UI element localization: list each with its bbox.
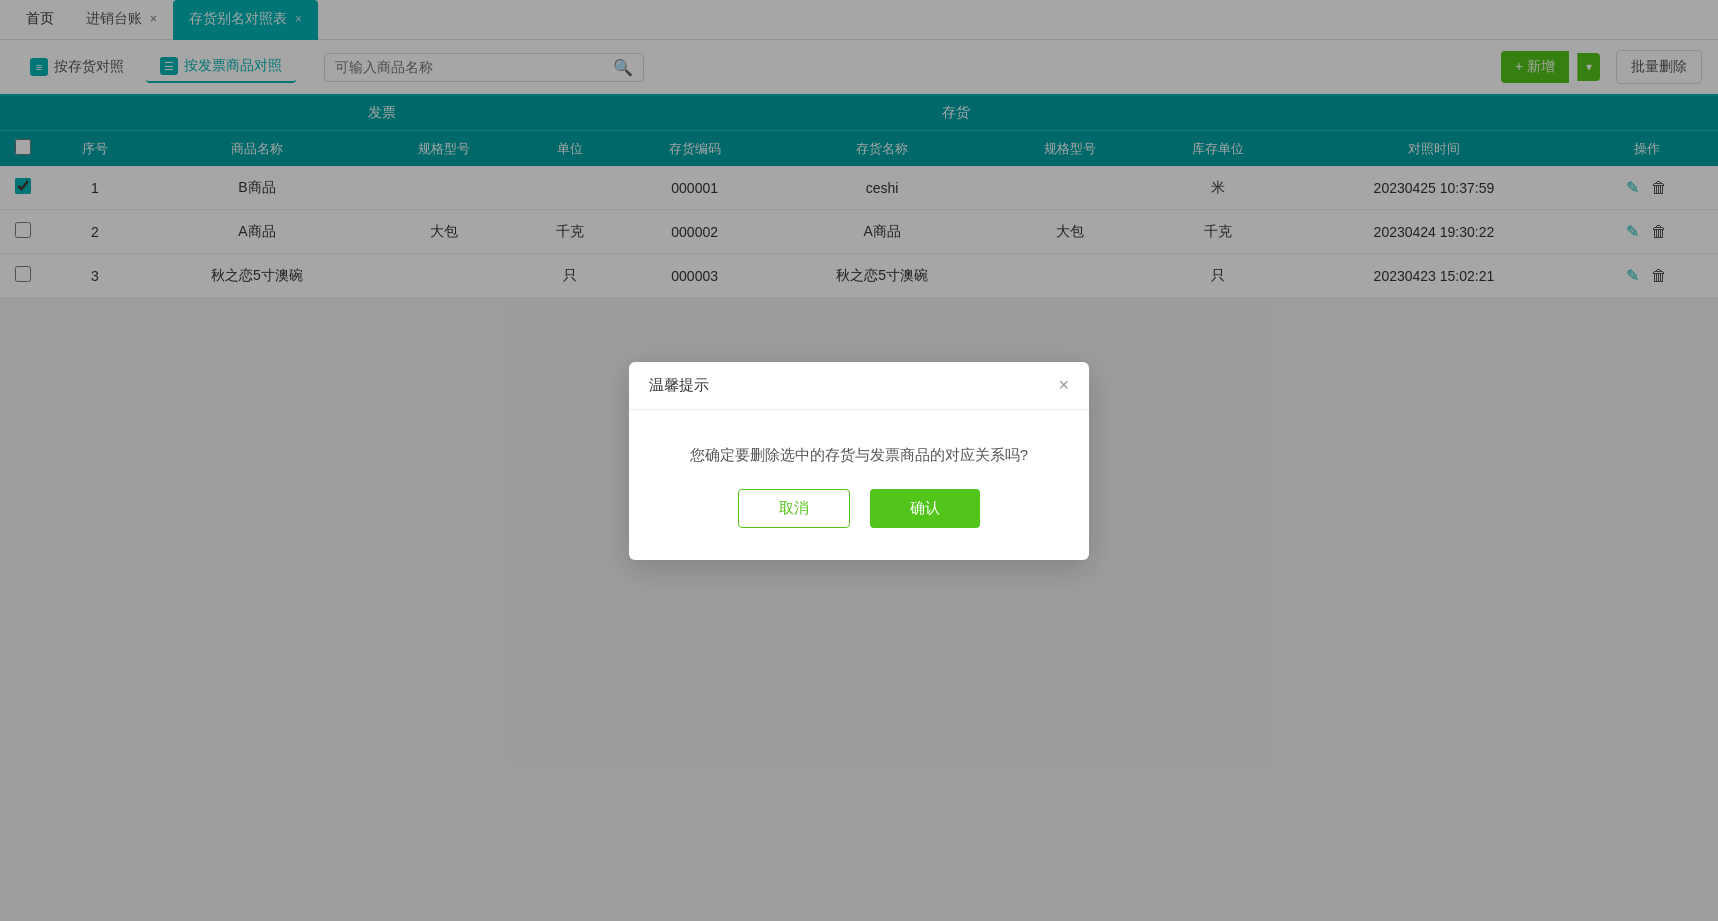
- modal-overlay: 温馨提示 × 您确定要删除选中的存货与发票商品的对应关系吗? 取消 确认: [0, 0, 1718, 298]
